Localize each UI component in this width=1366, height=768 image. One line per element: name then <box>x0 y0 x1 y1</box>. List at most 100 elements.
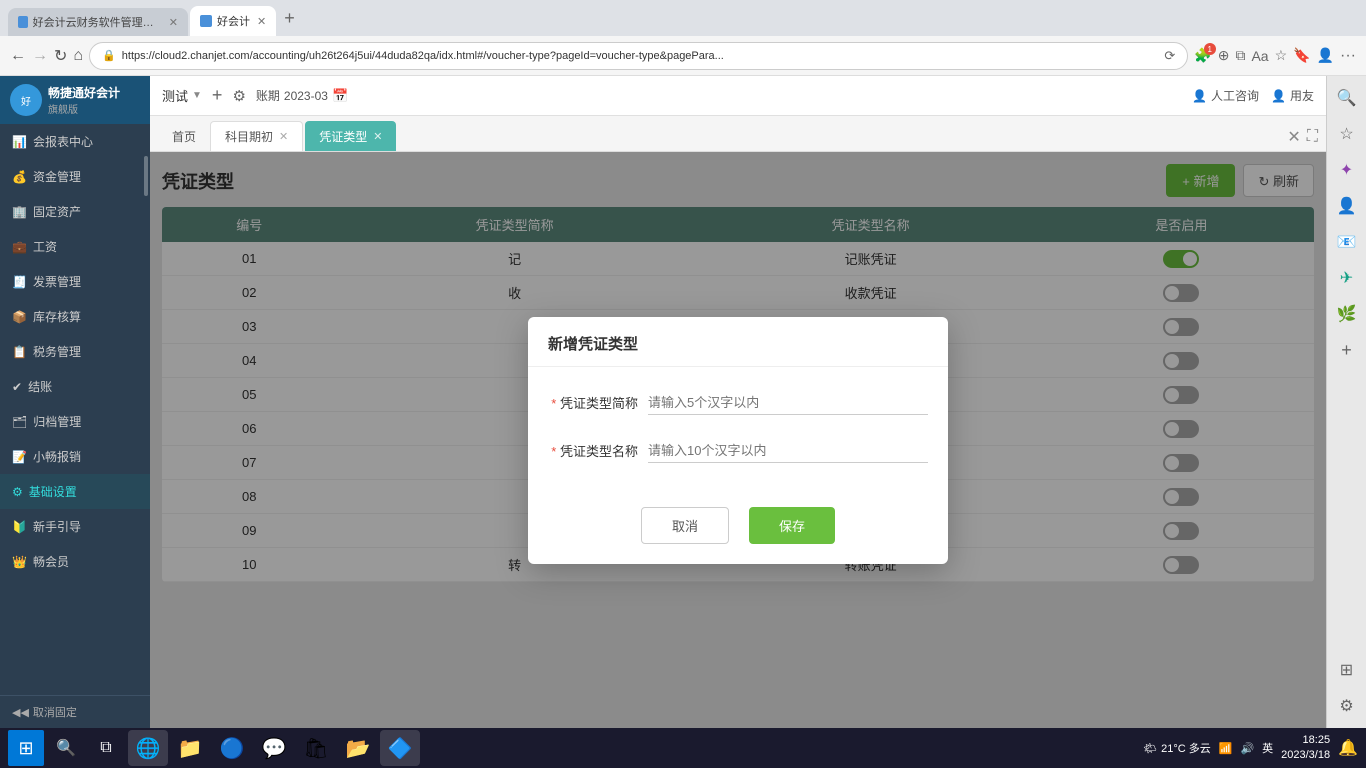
url-bar[interactable]: 🔒 https://cloud2.chanjet.com/accounting/… <box>89 42 1188 70</box>
right-settings-button[interactable]: ⚙ <box>1333 692 1361 720</box>
top-bar: 测试 ▼ + ⚙ 账期 2023-03 📅 👤 人工咨询 👤 用友 <box>150 76 1326 116</box>
save-button[interactable]: 保存 <box>749 507 835 544</box>
sidebar-scroll-indicator <box>144 156 148 196</box>
right-plus-button[interactable]: + <box>1333 336 1361 364</box>
sidebar-item-salary[interactable]: 💼工资 <box>0 229 150 264</box>
tab-subject-period[interactable]: 科目期初 ✕ <box>210 121 303 151</box>
right-grid-button[interactable]: ⊞ <box>1333 656 1361 684</box>
sidebar-item-reports[interactable]: 📊会报表中心 <box>0 124 150 159</box>
search-taskbar-button[interactable]: 🔍 <box>48 730 84 766</box>
extensions-button[interactable]: 🧩1 <box>1194 47 1211 64</box>
browser-tab-active[interactable]: 好会计 ✕ <box>190 6 276 36</box>
pin-icon: ◀◀ <box>12 706 29 719</box>
right-person-button[interactable]: 👤 <box>1333 192 1361 220</box>
taskbar-app-store[interactable]: 🛍 <box>296 730 336 766</box>
date-display: 2023/3/18 <box>1281 748 1330 763</box>
add-workspace-button[interactable]: + <box>212 85 223 106</box>
sidebar-item-expense[interactable]: 📝小畅报销 <box>0 439 150 474</box>
taskbar-app-edge[interactable]: 🌐 <box>128 730 168 766</box>
profile-button[interactable]: 👤 <box>1317 47 1334 64</box>
right-outlook-button[interactable]: 📧 <box>1333 228 1361 256</box>
tab-voucher-type[interactable]: 凭证类型 ✕ <box>305 121 396 151</box>
network-icon: 📶 <box>1219 742 1233 755</box>
full-name-label: * 凭证类型名称 <box>548 441 648 460</box>
sidebar-item-inventory[interactable]: 📦库存核算 <box>0 299 150 334</box>
more-button[interactable]: ··· <box>1340 47 1356 65</box>
logo-text: 畅捷通好会计 <box>48 84 120 101</box>
workspace-settings-button[interactable]: ⚙ <box>232 87 245 105</box>
tab-minimize-button[interactable]: ✕ <box>1287 127 1300 147</box>
reports-icon: 📊 <box>12 135 27 149</box>
guide-icon: 🔰 <box>12 520 27 534</box>
workspace-name: 测试 <box>162 86 188 105</box>
tab-subject-close[interactable]: ✕ <box>279 130 288 143</box>
new-tab-button[interactable]: + <box>278 8 301 29</box>
sidebar-item-member[interactable]: 👑畅会员 <box>0 544 150 579</box>
sidebar-item-tax[interactable]: 📋税务管理 <box>0 334 150 369</box>
page-tab-bar: 首页 科目期初 ✕ 凭证类型 ✕ ✕ ⛶ <box>150 116 1326 152</box>
favorites-button[interactable]: ☆ <box>1275 47 1288 64</box>
tab-home[interactable]: 首页 <box>158 121 210 151</box>
notification-button[interactable]: 🔔 <box>1338 738 1358 758</box>
collections-button[interactable]: ⊕ <box>1218 47 1230 64</box>
tab1-favicon <box>18 16 28 28</box>
right-search-button[interactable]: 🔍 <box>1333 84 1361 112</box>
sidebar-item-checkout[interactable]: ✔结账 <box>0 369 150 404</box>
reader-button[interactable]: Aa <box>1251 48 1268 64</box>
funds-icon: 💰 <box>12 170 27 184</box>
browser-chrome: 好会计云财务软件管理系统_会计 ✕ 好会计 ✕ + <box>0 0 1366 36</box>
sidebar-logo: 好 畅捷通好会计 旗舰版 <box>0 76 150 124</box>
calendar-icon[interactable]: 📅 <box>332 88 348 104</box>
right-pin-button[interactable]: ✦ <box>1333 156 1361 184</box>
sidebar-item-fixed-assets[interactable]: 🏢固定资产 <box>0 194 150 229</box>
right-leaf-button[interactable]: 🌿 <box>1333 300 1361 328</box>
sidebar-item-funds[interactable]: 💰资金管理 <box>0 159 150 194</box>
taskbar-app-edge2[interactable]: 🔷 <box>380 730 420 766</box>
lang-indicator[interactable]: 英 <box>1262 740 1273 756</box>
consult-button[interactable]: 👤 人工咨询 <box>1192 87 1259 104</box>
expense-icon: 📝 <box>12 450 27 464</box>
forward-button[interactable]: → <box>32 47 48 65</box>
full-name-input[interactable] <box>648 439 928 463</box>
sidebar-item-archive[interactable]: 🗂归档管理 <box>0 404 150 439</box>
back-button[interactable]: ← <box>10 47 26 65</box>
cancel-button[interactable]: 取消 <box>641 507 729 544</box>
sidebar-item-settings[interactable]: ⚙基础设置 <box>0 474 150 509</box>
short-name-input[interactable] <box>648 391 928 415</box>
tab1-close[interactable]: ✕ <box>169 16 178 29</box>
right-send-button[interactable]: ✈ <box>1333 264 1361 292</box>
taskbar: ⊞ 🔍 ⧉ 🌐 📁 🔵 💬 🛍 📂 🔷 🌤 21°C 多云 📶 🔊 <box>0 728 1366 768</box>
sidebar-item-guide[interactable]: 🔰新手引导 <box>0 509 150 544</box>
tab-voucher-close[interactable]: ✕ <box>373 130 382 143</box>
sidebar-footer[interactable]: ◀◀ 取消固定 <box>0 695 150 728</box>
taskbar-app-wechat[interactable]: 💬 <box>254 730 294 766</box>
favorites2-button[interactable]: 🔖 <box>1293 47 1310 64</box>
period-label: 账期 <box>256 87 280 104</box>
tab-controls: ✕ ⛶ <box>1287 127 1326 151</box>
url-text: https://cloud2.chanjet.com/accounting/uh… <box>122 50 1159 62</box>
modal-body: * 凭证类型简称 * 凭证类型名称 <box>528 367 948 495</box>
splitscreen-button[interactable]: ⧉ <box>1235 47 1245 64</box>
invoices-icon: 🧾 <box>12 275 27 289</box>
refresh-button[interactable]: ↻ <box>54 46 67 66</box>
workspace-selector[interactable]: 测试 ▼ <box>162 86 202 105</box>
browser-actions: 🧩1 ⊕ ⧉ Aa ☆ 🔖 👤 ··· <box>1194 47 1356 65</box>
taskbar-app-chrome[interactable]: 🔵 <box>212 730 252 766</box>
period-value: 2023-03 <box>284 89 328 103</box>
home-button[interactable]: ⌂ <box>73 47 83 65</box>
modal-overlay: 新增凭证类型 * 凭证类型简称 * 凭证类型名称 取消 保存 <box>150 152 1326 728</box>
taskbar-app-files[interactable]: 📁 <box>170 730 210 766</box>
tab-expand-button[interactable]: ⛶ <box>1307 128 1318 146</box>
tab2-close[interactable]: ✕ <box>257 15 266 28</box>
right-star-button[interactable]: ☆ <box>1333 120 1361 148</box>
sidebar-item-invoices[interactable]: 🧾发票管理 <box>0 264 150 299</box>
taskbar-sys: 🌤 21°C 多云 📶 🔊 英 18:25 2023/3/18 🔔 <box>1143 733 1358 764</box>
taskbar-app-folder[interactable]: 📂 <box>338 730 378 766</box>
form-row-full: * 凭证类型名称 <box>548 439 928 463</box>
logo-badge: 旗舰版 <box>48 101 120 116</box>
refresh-url-icon[interactable]: ⟳ <box>1164 48 1175 64</box>
start-button[interactable]: ⊞ <box>8 730 44 766</box>
taskview-button[interactable]: ⧉ <box>88 730 124 766</box>
browser-tab-inactive[interactable]: 好会计云财务软件管理系统_会计 ✕ <box>8 8 188 36</box>
user-button[interactable]: 👤 用友 <box>1271 87 1314 104</box>
